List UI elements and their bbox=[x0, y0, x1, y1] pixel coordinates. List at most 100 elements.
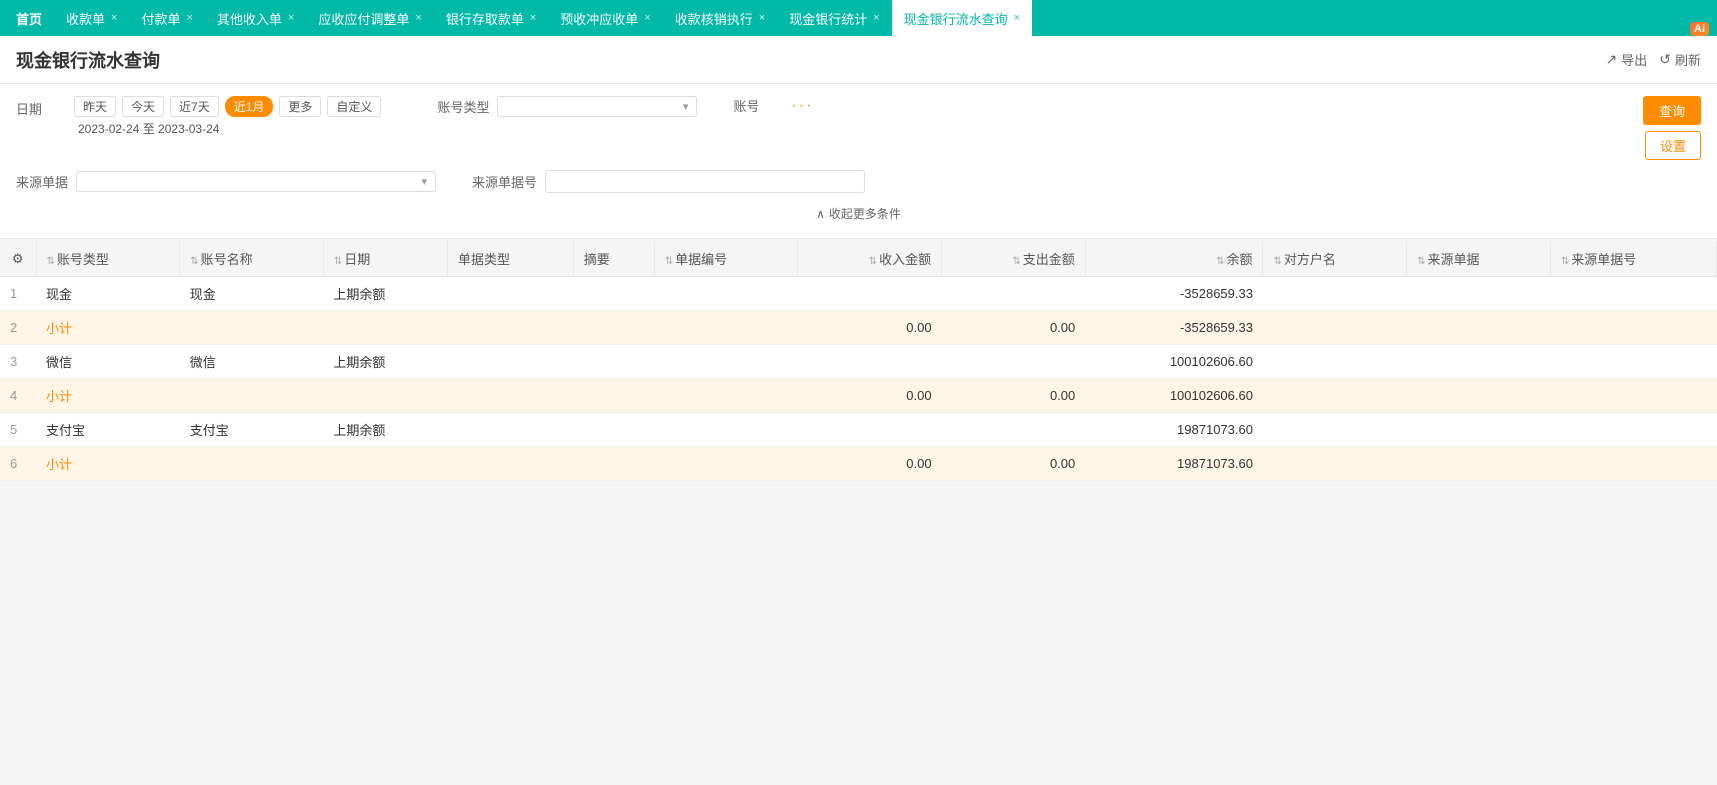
col-income[interactable]: ⇅收入金额 bbox=[798, 241, 942, 277]
table-cell bbox=[654, 413, 798, 447]
table-cell bbox=[180, 379, 324, 413]
table-row[interactable]: 1现金现金上期余额-3528659.33 bbox=[0, 277, 1717, 311]
nav-item-cash-bank-flow[interactable]: 现金银行流水查询 × bbox=[892, 0, 1032, 36]
col-gear[interactable]: ⚙ bbox=[0, 241, 36, 277]
date-btn-more[interactable]: 更多 bbox=[279, 96, 321, 117]
refresh-button[interactable]: ↺ 刷新 bbox=[1659, 50, 1701, 69]
table-cell bbox=[1550, 447, 1716, 481]
table-cell: 0.00 bbox=[798, 311, 942, 345]
close-bank-deposit-icon[interactable]: × bbox=[530, 12, 536, 24]
source-doc-no-label: 来源单据号 bbox=[472, 172, 537, 191]
table-cell bbox=[573, 345, 654, 379]
table-cell: 1 bbox=[0, 277, 36, 311]
account-dots[interactable]: ··· bbox=[791, 97, 813, 115]
nav-label-receipt: 收款单 bbox=[66, 9, 105, 28]
col-summary[interactable]: 摘要 bbox=[573, 241, 654, 277]
nav-label-home: 首页 bbox=[16, 9, 42, 28]
close-cash-bank-flow-icon[interactable]: × bbox=[1014, 12, 1020, 24]
table-cell: 0.00 bbox=[798, 447, 942, 481]
account-type-select[interactable]: ▾ bbox=[497, 96, 697, 117]
table-cell bbox=[1263, 413, 1407, 447]
close-pre-receipt-icon[interactable]: × bbox=[644, 12, 650, 24]
table-cell bbox=[573, 277, 654, 311]
table-row[interactable]: 5支付宝支付宝上期余额19871073.60 bbox=[0, 413, 1717, 447]
date-btn-7days[interactable]: 近7天 bbox=[170, 96, 219, 117]
nav-item-bank-deposit[interactable]: 银行存取款单 × bbox=[434, 0, 548, 36]
col-counterparty[interactable]: ⇅对方户名 bbox=[1263, 241, 1407, 277]
date-btn-yesterday[interactable]: 昨天 bbox=[74, 96, 116, 117]
nav-item-other-income[interactable]: 其他收入单 × bbox=[205, 0, 306, 36]
query-button[interactable]: 查询 bbox=[1643, 96, 1701, 125]
table-cell bbox=[1263, 311, 1407, 345]
table-cell bbox=[180, 311, 324, 345]
data-table: ⚙ ⇅账号类型 ⇅账号名称 ⇅日期 单据类型 摘要 ⇅单据编号 ⇅收入金额 bbox=[0, 241, 1717, 481]
date-btn-today[interactable]: 今天 bbox=[122, 96, 164, 117]
col-account-type[interactable]: ⇅账号类型 bbox=[36, 241, 180, 277]
table-cell bbox=[1407, 277, 1551, 311]
nav-item-home[interactable]: 首页 bbox=[4, 0, 54, 36]
export-button[interactable]: ↗ 导出 bbox=[1606, 50, 1648, 69]
close-other-income-icon[interactable]: × bbox=[288, 12, 294, 24]
table-row[interactable]: 3微信微信上期余额100102606.60 bbox=[0, 345, 1717, 379]
nav-item-payment[interactable]: 付款单 × bbox=[129, 0, 204, 36]
nav-item-pre-receipt[interactable]: 预收冲应收单 × bbox=[548, 0, 662, 36]
nav-item-receipt-verify[interactable]: 收款核销执行 × bbox=[663, 0, 777, 36]
close-receipt-icon[interactable]: × bbox=[111, 12, 117, 24]
close-cash-bank-stat-icon[interactable]: × bbox=[873, 12, 879, 24]
table-cell bbox=[180, 447, 324, 481]
source-doc-select[interactable]: ▾ bbox=[76, 171, 436, 192]
col-doc-type[interactable]: 单据类型 bbox=[447, 241, 573, 277]
table-cell bbox=[654, 345, 798, 379]
nav-label-ar-ap-adjust: 应收应付调整单 bbox=[318, 9, 409, 28]
date-btn-1month[interactable]: 近1月 bbox=[225, 96, 274, 117]
collapse-bar[interactable]: ∧ 收起更多条件 bbox=[16, 201, 1701, 226]
nav-item-receipt[interactable]: 收款单 × bbox=[54, 0, 129, 36]
table-cell: 现金 bbox=[180, 277, 324, 311]
sort-icon-counterparty: ⇅ bbox=[1273, 256, 1281, 267]
export-icon: ↗ bbox=[1606, 51, 1618, 68]
date-btn-custom[interactable]: 自定义 bbox=[327, 96, 381, 117]
table-row[interactable]: 2小计0.000.00-3528659.33 bbox=[0, 311, 1717, 345]
close-receipt-verify-icon[interactable]: × bbox=[759, 12, 765, 24]
settings-button[interactable]: 设置 bbox=[1645, 131, 1701, 160]
gear-icon[interactable]: ⚙ bbox=[12, 251, 24, 266]
table-cell bbox=[798, 413, 942, 447]
nav-label-bank-deposit: 银行存取款单 bbox=[446, 9, 524, 28]
table-cell bbox=[1263, 277, 1407, 311]
nav-item-cash-bank-stat[interactable]: 现金银行统计 × bbox=[777, 0, 891, 36]
close-ar-ap-adjust-icon[interactable]: × bbox=[415, 12, 421, 24]
col-doc-no[interactable]: ⇅单据编号 bbox=[654, 241, 798, 277]
table-cell bbox=[447, 379, 573, 413]
sort-icon-date: ⇅ bbox=[334, 256, 342, 267]
table-row[interactable]: 6小计0.000.0019871073.60 bbox=[0, 447, 1717, 481]
sort-icon-source-doc: ⇅ bbox=[1417, 256, 1425, 267]
table-cell: 0.00 bbox=[798, 379, 942, 413]
col-account-name[interactable]: ⇅账号名称 bbox=[180, 241, 324, 277]
col-source-doc-no[interactable]: ⇅来源单据号 bbox=[1550, 241, 1716, 277]
refresh-label: 刷新 bbox=[1675, 50, 1701, 69]
col-balance[interactable]: ⇅余额 bbox=[1085, 241, 1263, 277]
col-expense[interactable]: ⇅支出金额 bbox=[942, 241, 1086, 277]
table-cell: 微信 bbox=[180, 345, 324, 379]
table-cell: 4 bbox=[0, 379, 36, 413]
source-doc-arrow-icon: ▾ bbox=[421, 175, 427, 188]
table-cell: 5 bbox=[0, 413, 36, 447]
close-payment-icon[interactable]: × bbox=[186, 12, 192, 24]
sort-icon-balance: ⇅ bbox=[1216, 256, 1224, 267]
table-cell bbox=[1550, 311, 1716, 345]
table-cell bbox=[573, 311, 654, 345]
table-row[interactable]: 4小计0.000.00100102606.60 bbox=[0, 379, 1717, 413]
sort-icon-account-type: ⇅ bbox=[47, 256, 55, 267]
ai-badge[interactable]: Ai bbox=[1690, 22, 1709, 36]
table-cell: 100102606.60 bbox=[1085, 379, 1263, 413]
col-source-doc[interactable]: ⇅来源单据 bbox=[1407, 241, 1551, 277]
table-cell: 微信 bbox=[36, 345, 180, 379]
col-date[interactable]: ⇅日期 bbox=[323, 241, 447, 277]
table-cell: 支付宝 bbox=[180, 413, 324, 447]
table-cell bbox=[1407, 447, 1551, 481]
nav-item-ar-ap-adjust[interactable]: 应收应付调整单 × bbox=[306, 0, 433, 36]
table-cell: 小计 bbox=[36, 379, 180, 413]
table-cell: 100102606.60 bbox=[1085, 345, 1263, 379]
source-doc-no-input[interactable] bbox=[545, 170, 865, 193]
sort-icon-doc-no: ⇅ bbox=[665, 256, 673, 267]
